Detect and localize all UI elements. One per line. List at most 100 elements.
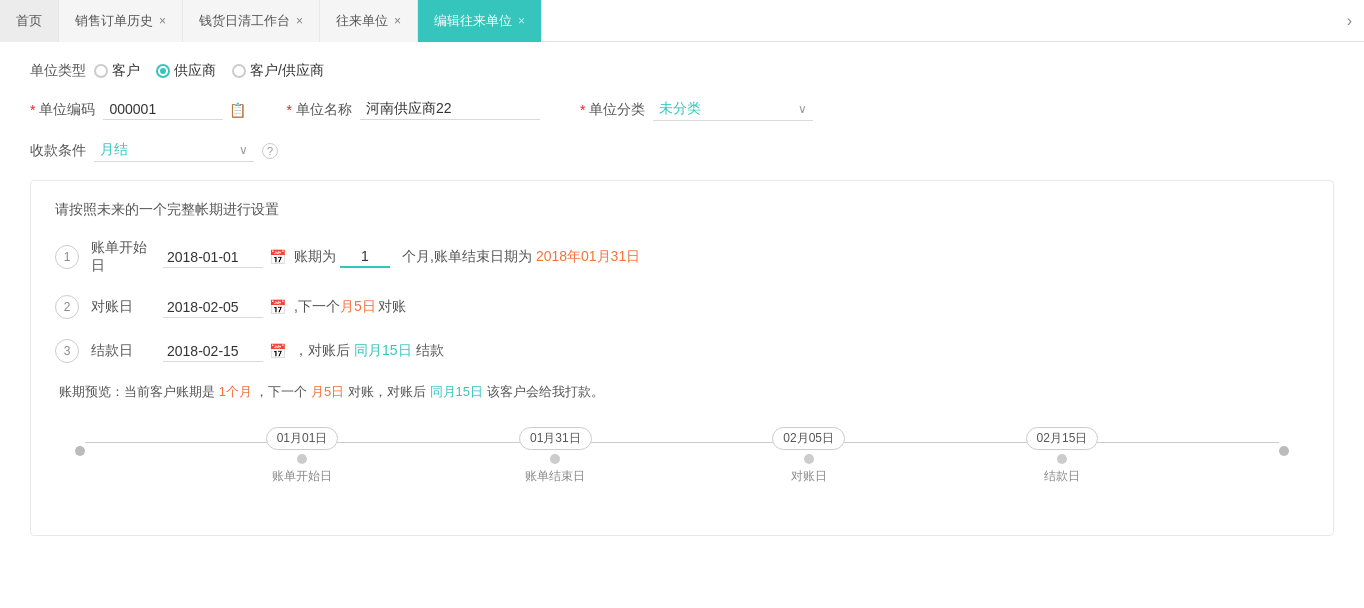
tab-more-button[interactable]: › [1335, 0, 1364, 42]
unit-category-label: 单位分类 [589, 101, 645, 119]
tab-sales-order-history[interactable]: 销售订单历史 × [59, 0, 183, 42]
calendar-icon-1[interactable]: 📅 [269, 249, 286, 265]
setting-num-1: 1 [55, 245, 79, 269]
highlight-date-1: 2018年01月31日 [536, 248, 640, 266]
timeline-label-2: 账单结束日 [525, 468, 585, 485]
timeline-nodes: 01月01日 账单开始日 01月31日 账单结束日 02月05日 对账日 [75, 427, 1289, 485]
timeline-container: 01月01日 账单开始日 01月31日 账单结束日 02月05日 对账日 [55, 417, 1309, 515]
unit-name-input[interactable] [360, 99, 540, 120]
unit-category-group: * 单位分类 未分类 ∨ [580, 98, 813, 121]
tab-partner-unit[interactable]: 往来单位 × [320, 0, 418, 42]
timeline-badge-4: 02月15日 [1026, 427, 1099, 450]
unit-info-row: * 单位编码 📋 * 单位名称 * 单位分类 未分类 ∨ [30, 98, 1334, 121]
timeline-badge-3: 02月05日 [772, 427, 845, 450]
unit-type-radio-group: 客户 供应商 客户/供应商 [94, 62, 324, 80]
preview-highlight1: 1个月 [219, 384, 252, 399]
highlight-day-3: 同月15日 [354, 342, 412, 360]
timeline-left-endpoint [75, 427, 85, 456]
setting-desc-prefix-3: ，对账后 [294, 342, 350, 360]
tab-home[interactable]: 首页 [0, 0, 59, 42]
tabs-bar: 首页 销售订单历史 × 钱货日清工作台 × 往来单位 × 编辑往来单位 × › [0, 0, 1364, 42]
radio-circle-customer [94, 64, 108, 78]
unit-code-input[interactable] [103, 99, 223, 120]
settings-box: 请按照未来的一个完整帐期进行设置 1 账单开始日 📅 账期为 个月,账单结束日期… [30, 180, 1334, 536]
unit-name-group: * 单位名称 [286, 99, 539, 120]
timeline-dot-1 [297, 454, 307, 464]
calendar-icon-3[interactable]: 📅 [269, 343, 286, 359]
timeline-badge-2: 01月31日 [519, 427, 592, 450]
unit-name-label: 单位名称 [296, 101, 352, 119]
timeline-node-4: 02月15日 结款日 [1026, 427, 1099, 485]
close-tab-cash-work[interactable]: × [296, 14, 303, 28]
timeline-label-3: 对账日 [791, 468, 827, 485]
preview-highlight2: 月5日 [311, 384, 344, 399]
timeline-dot-3 [804, 454, 814, 464]
setting-num-3: 3 [55, 339, 79, 363]
timeline-node-1: 01月01日 账单开始日 [266, 427, 339, 485]
setting-desc-suffix-1: 个月,账单结束日期为 [402, 248, 532, 266]
timeline-badge-1: 01月01日 [266, 427, 339, 450]
timeline-node-2: 01月31日 账单结束日 [519, 427, 592, 485]
setting-field-label-1: 账单开始日 [91, 239, 151, 275]
tab-edit-partner-unit[interactable]: 编辑往来单位 × [418, 0, 542, 42]
payment-terms-select[interactable]: 月结 ∨ [94, 139, 254, 162]
timeline-dot-4 [1057, 454, 1067, 464]
setting-desc-prefix-2: ,下一个 [294, 298, 340, 316]
timeline-right-dot [1279, 446, 1289, 456]
calendar-icon-2[interactable]: 📅 [269, 299, 286, 315]
radio-customer-supplier[interactable]: 客户/供应商 [232, 62, 324, 80]
unit-name-star: * [286, 102, 291, 118]
unit-category-select[interactable]: 未分类 ∨ [653, 98, 813, 121]
setting-field-label-2: 对账日 [91, 298, 151, 316]
setting-field-label-3: 结款日 [91, 342, 151, 360]
payment-terms-row: 收款条件 月结 ∨ ? [30, 139, 1334, 162]
radio-circle-customer-supplier [232, 64, 246, 78]
unit-type-label: 单位类型 [30, 62, 86, 80]
radio-circle-supplier [156, 64, 170, 78]
setting-row-1: 1 账单开始日 📅 账期为 个月,账单结束日期为 2018年01月31日 [55, 239, 1309, 275]
preview-middle2: 对账，对账后 [348, 384, 426, 399]
unit-type-row: 单位类型 客户 供应商 客户/供应商 [30, 62, 1334, 80]
close-tab-partner-unit[interactable]: × [394, 14, 401, 28]
setting-desc-suffix-3: 结款 [416, 342, 444, 360]
tab-cash-work[interactable]: 钱货日清工作台 × [183, 0, 320, 42]
setting-desc-prefix-1: 账期为 [294, 248, 336, 266]
date-input-3[interactable] [163, 341, 263, 362]
payment-terms-help-icon[interactable]: ? [262, 143, 278, 159]
month-input-1[interactable] [340, 246, 390, 268]
close-tab-sales-order-history[interactable]: × [159, 14, 166, 28]
highlight-day-2: 月5日 [340, 298, 376, 316]
date-input-2[interactable] [163, 297, 263, 318]
preview-prefix: 账期预览：当前客户账期是 [59, 384, 215, 399]
unit-code-group: * 单位编码 📋 [30, 99, 246, 120]
preview-row: 账期预览：当前客户账期是 1个月 ，下一个 月5日 对账，对账后 同月15日 该… [55, 383, 1309, 401]
timeline-dot-2 [550, 454, 560, 464]
timeline-label-1: 账单开始日 [272, 468, 332, 485]
setting-row-3: 3 结款日 📅 ，对账后 同月15日 结款 [55, 339, 1309, 363]
timeline-label-4: 结款日 [1044, 468, 1080, 485]
payment-terms-label: 收款条件 [30, 142, 86, 160]
timeline-left-dot [75, 446, 85, 456]
preview-highlight3: 同月15日 [430, 384, 483, 399]
preview-suffix: 该客户会给我打款。 [487, 384, 604, 399]
setting-desc-suffix-2: 对账 [378, 298, 406, 316]
unit-category-chevron-icon: ∨ [798, 102, 807, 116]
timeline-node-3: 02月05日 对账日 [772, 427, 845, 485]
setting-num-2: 2 [55, 295, 79, 319]
close-tab-edit-partner-unit[interactable]: × [518, 14, 525, 28]
unit-category-value: 未分类 [659, 100, 794, 118]
radio-supplier[interactable]: 供应商 [156, 62, 216, 80]
setting-row-2: 2 对账日 📅 ,下一个 月5日 对账 [55, 295, 1309, 319]
unit-code-label: 单位编码 [39, 101, 95, 119]
unit-code-star: * [30, 102, 35, 118]
preview-middle1: ，下一个 [255, 384, 307, 399]
payment-terms-value: 月结 [100, 141, 235, 159]
date-input-1[interactable] [163, 247, 263, 268]
payment-terms-chevron-icon: ∨ [239, 143, 248, 157]
unit-code-calendar-icon[interactable]: 📋 [229, 102, 246, 118]
radio-customer[interactable]: 客户 [94, 62, 140, 80]
settings-title: 请按照未来的一个完整帐期进行设置 [55, 201, 1309, 219]
page-content: 单位类型 客户 供应商 客户/供应商 * 单位编码 📋 * 单位名称 [0, 42, 1364, 608]
timeline-right-endpoint [1279, 427, 1289, 456]
unit-category-star: * [580, 102, 585, 118]
